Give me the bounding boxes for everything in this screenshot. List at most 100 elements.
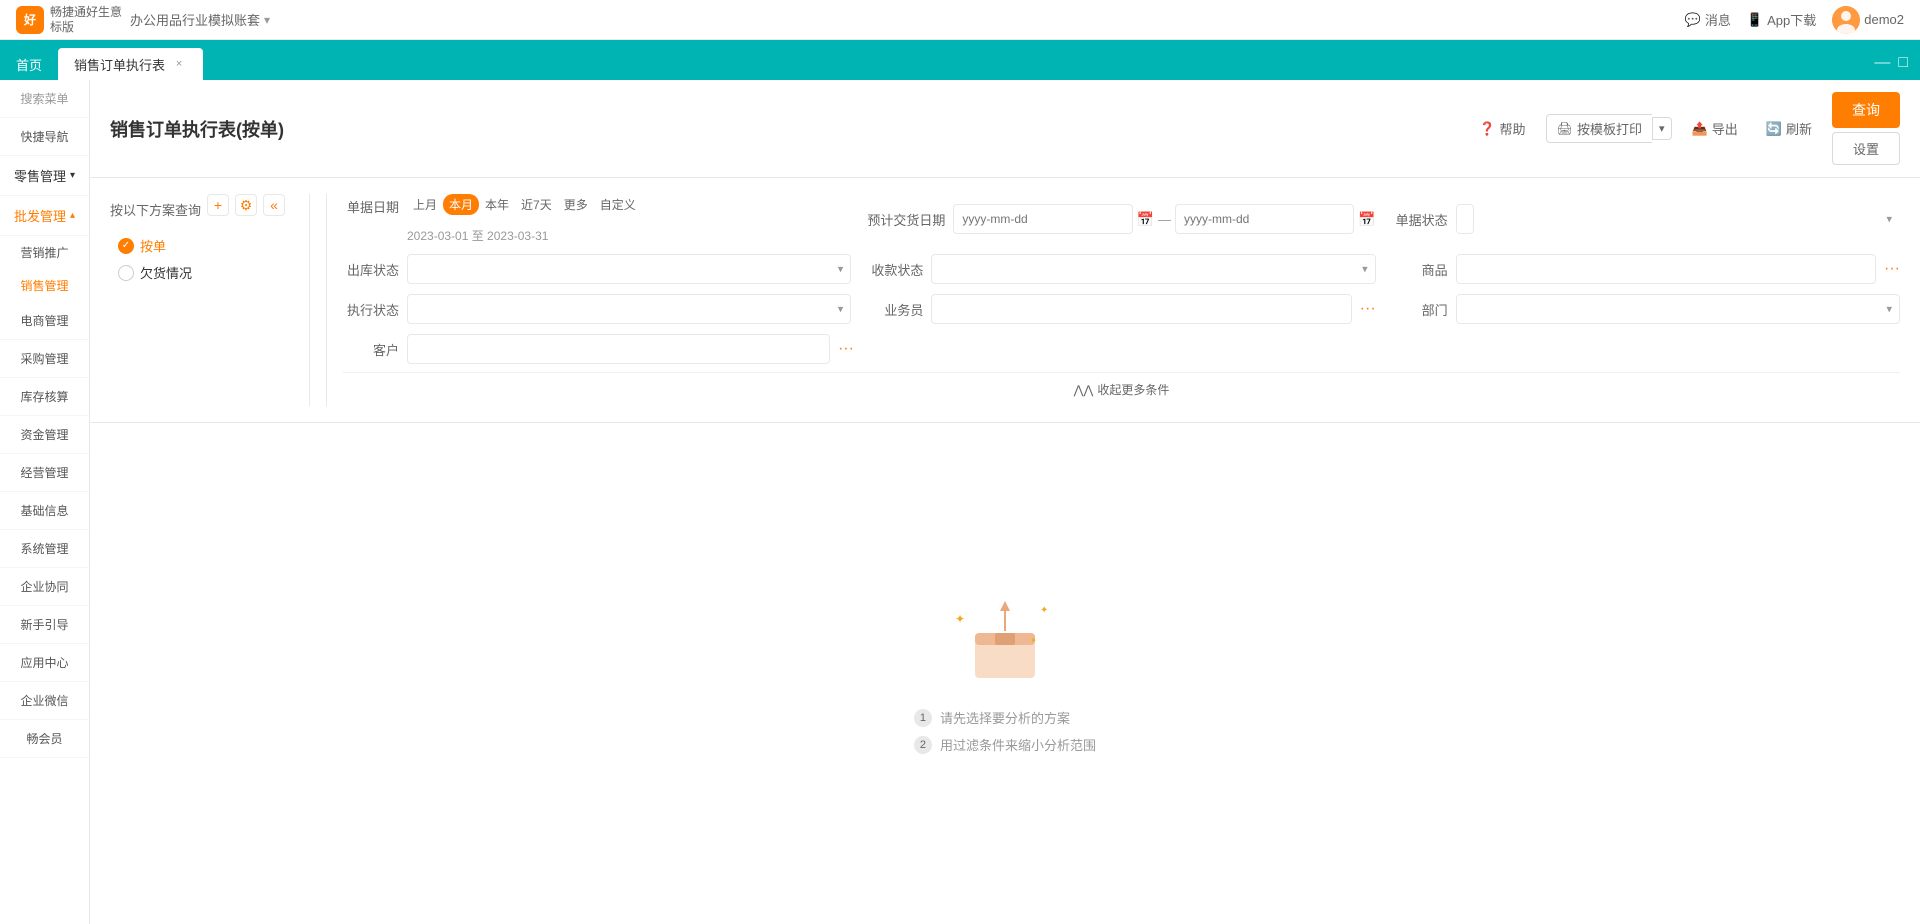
doc-status-label: 单据状态 <box>1392 210 1448 229</box>
logo: 好 畅捷通好生意 标版 <box>16 5 122 34</box>
sidebar-item-basic[interactable]: 基础信息 <box>0 492 89 530</box>
filter-panel-title: 按以下方案查询 <box>110 200 201 219</box>
sidebar-item-marketing[interactable]: 营销推广 <box>0 236 89 269</box>
date-field-label: 单据日期 <box>343 197 399 216</box>
print-dropdown[interactable]: 🖨 按模板打印 ▾ <box>1546 114 1672 143</box>
app-download-button[interactable]: 📱 App下载 <box>1747 10 1816 29</box>
sidebar-item-appstore[interactable]: 应用中心 <box>0 644 89 682</box>
sidebar-quick-nav[interactable]: 快捷导航 <box>0 118 89 156</box>
svg-text:✦: ✦ <box>1040 605 1048 616</box>
date-tab-last-month[interactable]: 上月 <box>407 194 443 215</box>
date-tab-more[interactable]: 更多 <box>558 194 594 215</box>
settings-plan-button[interactable]: ⚙ <box>235 194 257 216</box>
logo-icon: 好 <box>16 6 44 34</box>
app-download-icon: 📱 <box>1747 12 1763 28</box>
sidebar-item-newbie[interactable]: 新手引导 <box>0 606 89 644</box>
date-tab-this-month[interactable]: 本月 <box>443 194 479 215</box>
empty-illustration: ✦ ✦ ✦ <box>945 593 1065 696</box>
sidebar-item-wholesale[interactable]: 批发管理 ▴ <box>0 196 89 236</box>
sidebar-item-member[interactable]: 畅会员 <box>0 720 89 758</box>
minimize-button[interactable]: — <box>1874 54 1890 80</box>
exec-status-label: 执行状态 <box>343 300 399 319</box>
salesman-dots-button[interactable]: ··· <box>1360 300 1376 318</box>
date-tabs: 上月 本月 本年 近7天 更多 自定义 <box>407 194 642 215</box>
avatar <box>1832 6 1860 34</box>
add-plan-button[interactable]: + <box>207 194 229 216</box>
plan-inactive-dot <box>118 265 134 281</box>
salesman-input[interactable] <box>931 294 1351 324</box>
dept-select[interactable] <box>1456 294 1900 324</box>
refresh-button[interactable]: 🔄 刷新 <box>1758 115 1820 142</box>
svg-text:✦: ✦ <box>1030 636 1037 645</box>
breadcrumb-text: 办公用品行业模拟账套 <box>130 10 260 29</box>
exec-status-select[interactable] <box>407 294 851 324</box>
plan-item-by-order[interactable]: ✓ 按单 <box>110 232 293 259</box>
help-icon: ❓ <box>1479 121 1495 137</box>
goods-input[interactable] <box>1456 254 1876 284</box>
out-status-label: 出库状态 <box>343 260 399 279</box>
plan-active-dot: ✓ <box>118 238 134 254</box>
empty-steps: 1 请先选择要分析的方案 2 用过滤条件来缩小分析范围 <box>914 708 1096 754</box>
predicted-date-start[interactable] <box>953 204 1132 234</box>
predicted-date-end[interactable] <box>1175 204 1354 234</box>
logo-text: 畅捷通好生意 标版 <box>50 5 122 34</box>
sidebar-item-retail[interactable]: 零售管理 ▾ <box>0 156 89 196</box>
predicted-date-label: 预计交货日期 <box>867 210 945 229</box>
refresh-icon: 🔄 <box>1766 121 1782 137</box>
date-range-text: 2023-03-01 至 2023-03-31 <box>407 227 548 244</box>
print-button[interactable]: 🖨 按模板打印 <box>1546 114 1653 143</box>
tab-sales-execution-label: 销售订单执行表 <box>74 55 165 74</box>
sidebar-item-system[interactable]: 系统管理 <box>0 530 89 568</box>
collapse-panel-button[interactable]: « <box>263 194 285 216</box>
help-button[interactable]: ❓ 帮助 <box>1471 115 1533 142</box>
collect-status-select[interactable] <box>931 254 1375 284</box>
sidebar-item-enterprise[interactable]: 企业协同 <box>0 568 89 606</box>
retail-chevron-icon: ▾ <box>70 170 75 181</box>
customer-input[interactable] <box>407 334 830 364</box>
print-dropdown-arrow[interactable]: ▾ <box>1652 117 1672 140</box>
query-button[interactable]: 查询 <box>1832 92 1900 128</box>
sidebar-item-finance[interactable]: 资金管理 <box>0 416 89 454</box>
breadcrumb-chevron-icon[interactable]: ▾ <box>264 13 270 27</box>
goods-dots-button[interactable]: ··· <box>1884 260 1900 278</box>
sidebar-item-purchase[interactable]: 采购管理 <box>0 340 89 378</box>
plan-item-shortage[interactable]: 欠货情况 <box>110 259 293 286</box>
tab-close-button[interactable]: × <box>171 56 187 72</box>
export-button[interactable]: 📤 导出 <box>1684 115 1746 142</box>
date-tab-7days[interactable]: 近7天 <box>515 194 558 215</box>
customer-dots-button[interactable]: ··· <box>838 340 854 358</box>
out-status-select[interactable] <box>407 254 851 284</box>
export-icon: 📤 <box>1692 121 1708 137</box>
doc-status-select[interactable] <box>1456 204 1474 234</box>
dept-label: 部门 <box>1392 300 1448 319</box>
breadcrumb: 办公用品行业模拟账套 ▾ <box>130 10 270 29</box>
collapse-filters-button[interactable]: ⋀⋀ 收起更多条件 <box>1074 381 1170 398</box>
sidebar-item-operations[interactable]: 经营管理 <box>0 454 89 492</box>
sidebar-item-ecommerce[interactable]: 电商管理 <box>0 302 89 340</box>
tab-home[interactable]: 首页 <box>0 48 58 80</box>
svg-text:✦: ✦ <box>955 612 965 626</box>
collapse-icon: ⋀⋀ <box>1074 383 1094 397</box>
settings-button[interactable]: 设置 <box>1832 132 1900 165</box>
collect-status-label: 收款状态 <box>867 260 923 279</box>
customer-label: 客户 <box>343 340 399 359</box>
date-tab-this-year[interactable]: 本年 <box>479 194 515 215</box>
goods-label: 商品 <box>1392 260 1448 279</box>
doc-status-chevron-icon: ▾ <box>1886 213 1892 226</box>
sidebar-search[interactable]: 搜索菜单 <box>0 80 89 118</box>
wholesale-chevron-icon: ▴ <box>70 210 75 221</box>
maximize-button[interactable]: □ <box>1898 54 1908 80</box>
tab-home-label: 首页 <box>16 55 42 74</box>
sidebar-item-sales[interactable]: 销售管理 <box>0 269 89 302</box>
tab-sales-execution[interactable]: 销售订单执行表 × <box>58 48 203 80</box>
sidebar-item-wechat[interactable]: 企业微信 <box>0 682 89 720</box>
salesman-label: 业务员 <box>867 300 923 319</box>
print-icon: 🖨 <box>1557 121 1574 137</box>
user-menu[interactable]: demo2 <box>1832 6 1904 34</box>
sidebar-item-inventory[interactable]: 库存核算 <box>0 378 89 416</box>
calendar-start-icon[interactable]: 📅 <box>1137 211 1154 228</box>
user-name: demo2 <box>1864 12 1904 27</box>
message-button[interactable]: 💬 消息 <box>1685 10 1731 29</box>
calendar-end-icon[interactable]: 📅 <box>1358 211 1375 228</box>
date-tab-custom[interactable]: 自定义 <box>594 194 642 215</box>
